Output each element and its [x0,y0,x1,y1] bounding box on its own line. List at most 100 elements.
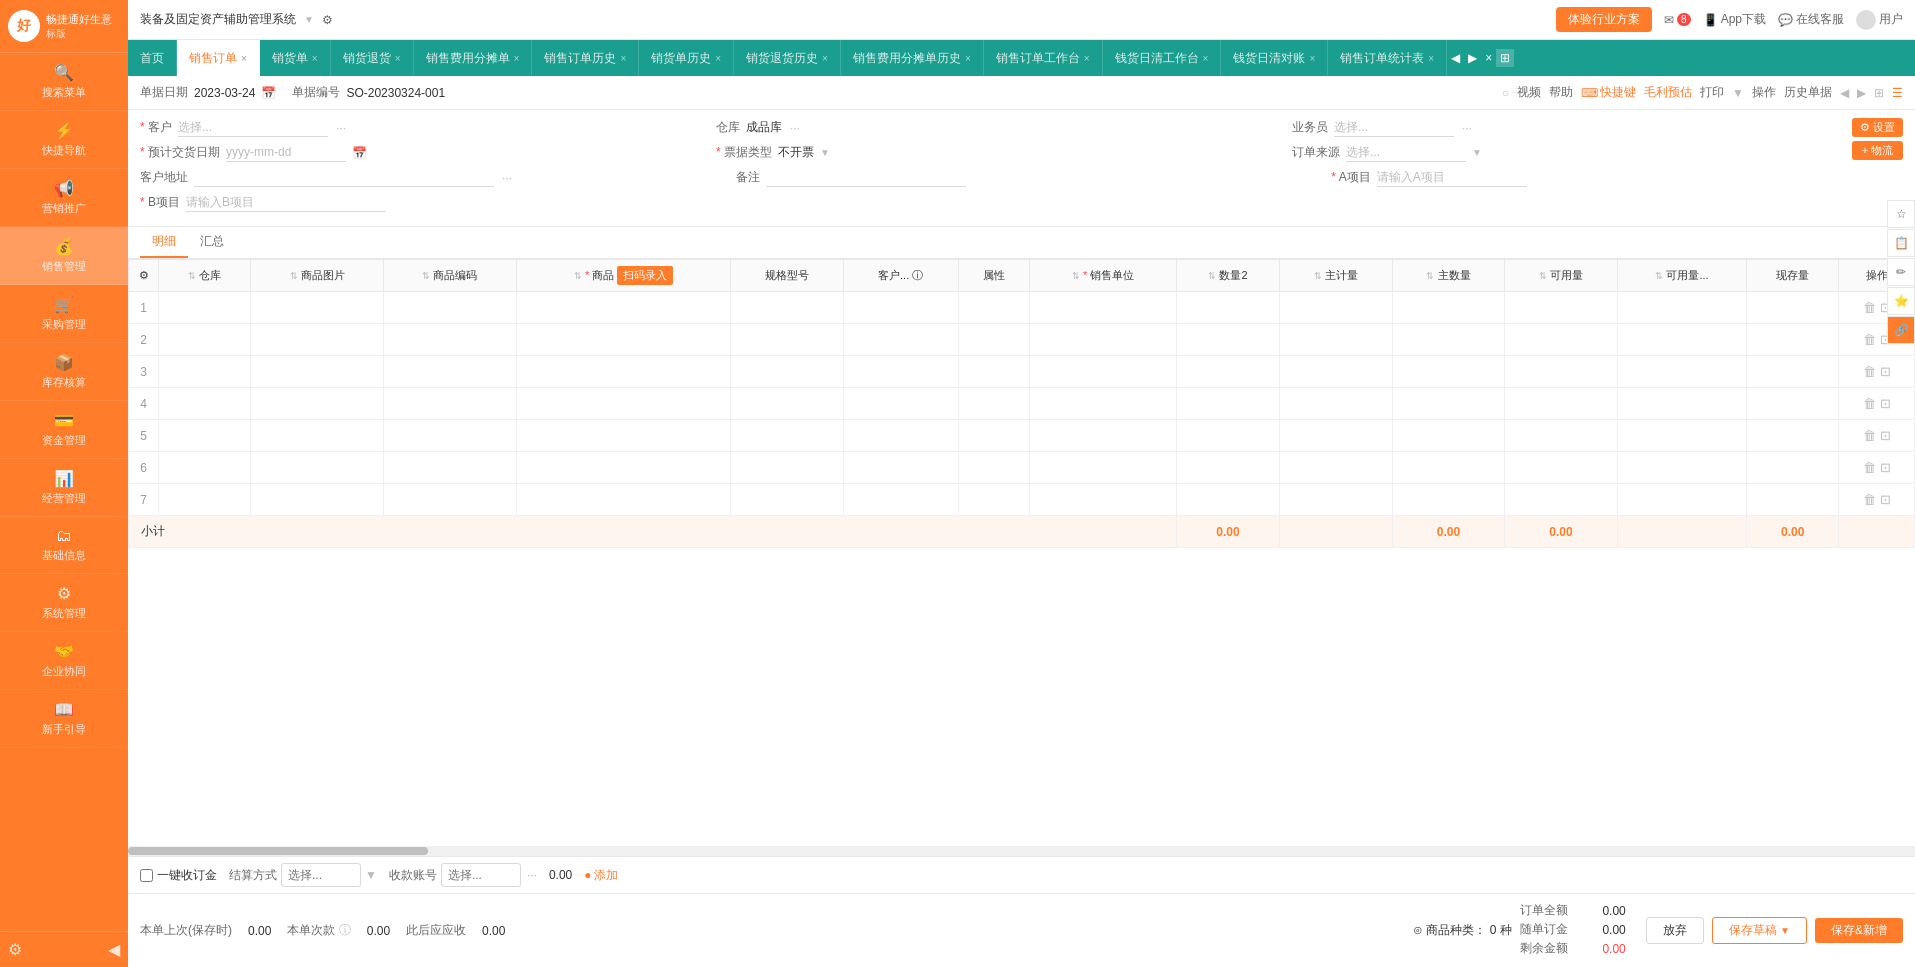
th-image[interactable]: ⇅ 商品图片 [251,260,384,292]
sidebar-item-finance[interactable]: 💳 资金管理 [0,401,128,459]
customer-input[interactable] [178,118,328,137]
help-btn[interactable]: 帮助 [1549,84,1573,101]
add-material-btn[interactable]: + 物流 [1852,141,1903,160]
customer-dots[interactable]: ··· [336,121,346,135]
copy-row-icon[interactable]: ⊡ [1880,396,1891,411]
tab-sales-stats[interactable]: 销售订单统计表 × [1328,40,1447,76]
th-spec[interactable]: 规格型号 [731,260,843,292]
nav-prev-icon[interactable]: ◀ [1840,86,1849,100]
print-dropdown-icon[interactable]: ▼ [1732,86,1744,100]
tab-cash-reconcile[interactable]: 钱货日清对账 × [1221,40,1328,76]
tab-expand-btn[interactable]: ⊞ [1496,49,1514,67]
sidebar-item-newbie[interactable]: 📖 新手引导 [0,690,128,748]
th-available2[interactable]: ⇅ 可用量... [1617,260,1746,292]
staff-dots[interactable]: ··· [1462,121,1472,135]
right-tool-2[interactable]: 📋 [1887,229,1915,257]
copy-row-icon[interactable]: ⊡ [1880,492,1891,507]
add-payment-btn[interactable]: ● 添加 [584,867,617,884]
th-main-unit[interactable]: ⇅ 主计量 [1280,260,1393,292]
tab-sales-return[interactable]: 销货退货 × [331,40,414,76]
tab-sales-order[interactable]: 销售订单 × [177,40,260,76]
warehouse-dots[interactable]: ··· [790,121,800,135]
copy-row-icon[interactable]: ⊡ [1880,364,1891,379]
order-source-input[interactable] [1346,143,1466,162]
tab-home[interactable]: 首页 [128,40,177,76]
tab-close-icon[interactable]: × [822,53,828,64]
save-draft-btn[interactable]: 保存草稿 ▼ [1712,917,1807,944]
tab-sales-receipt[interactable]: 销货单 × [260,40,331,76]
table-wrapper[interactable]: ⚙ ⇅ 仓库 ⇅ 商品图片 ⇅ 商品编码 [128,259,1915,846]
copy-row-icon[interactable]: ⊡ [1880,428,1891,443]
tab-close-icon[interactable]: × [965,53,971,64]
calendar2-icon[interactable]: 📅 [352,146,367,160]
th-warehouse[interactable]: ⇅ 仓库 [159,260,251,292]
right-tool-4[interactable]: ⭐ [1887,287,1915,315]
delete-row-icon[interactable]: 🗑 [1863,332,1876,347]
copy-row-icon[interactable]: ⊡ [1880,460,1891,475]
dropdown-icon[interactable]: ▼ [304,14,314,25]
scan-btn[interactable]: 扫码录入 [617,266,673,285]
operate-btn[interactable]: 操作 [1752,84,1776,101]
th-attribute[interactable]: 属性 [958,260,1030,292]
horizontal-scrollbar[interactable] [128,846,1915,856]
right-tool-5[interactable]: 🔗 [1887,316,1915,344]
th-unit[interactable]: ⇅ 销售单位 [1030,260,1176,292]
save-draft-dropdown-icon[interactable]: ▼ [1780,925,1790,936]
history-btn[interactable]: 历史单据 [1784,84,1832,101]
delete-row-icon[interactable]: 🗑 [1863,492,1876,507]
sidebar-item-marketing[interactable]: 📢 营销推广 [0,169,128,227]
user-avatar[interactable]: 用户 [1856,10,1903,30]
tab-summary[interactable]: 汇总 [188,227,236,258]
tab-close-icon[interactable]: × [1084,53,1090,64]
account-dots[interactable]: ··· [527,868,537,882]
collapse-icon[interactable]: ◀ [108,940,120,959]
shortcut-btn[interactable]: ⌨ 快捷键 [1581,84,1636,101]
th-stock[interactable]: 现存量 [1747,260,1839,292]
nav-next-icon[interactable]: ▶ [1857,86,1866,100]
one-click-checkbox-label[interactable]: 一键收订金 [140,867,217,884]
delete-row-icon[interactable]: 🗑 [1863,428,1876,443]
sidebar-item-search[interactable]: 🔍 搜索菜单 [0,53,128,111]
th-qty2[interactable]: ⇅ 数量2 [1176,260,1280,292]
tab-receipt-history[interactable]: 销货单历史 × [639,40,734,76]
date-value[interactable]: 2023-03-24 [194,86,255,100]
invoice-dropdown-icon[interactable]: ▼ [820,147,830,158]
a-project-input[interactable] [1377,168,1527,187]
discard-btn[interactable]: 放弃 [1646,917,1704,944]
address-dots[interactable]: ··· [502,171,512,185]
tab-sales-expense[interactable]: 销售费用分摊单 × [414,40,533,76]
tab-sales-order-history[interactable]: 销售订单历史 × [532,40,639,76]
th-main-qty[interactable]: ⇅ 主数量 [1392,260,1505,292]
right-tool-1[interactable]: ☆ [1887,200,1915,228]
tab-expense-history[interactable]: 销售费用分摊单历史 × [841,40,984,76]
th-available[interactable]: ⇅ 可用量 [1505,260,1618,292]
save-new-btn[interactable]: 保存&新增 [1815,918,1903,943]
right-tool-3[interactable]: ✏ [1887,258,1915,286]
print-btn[interactable]: 打印 [1700,84,1724,101]
sidebar-item-base-info[interactable]: 🗂 基础信息 [0,517,128,574]
tab-close-icon[interactable]: × [1203,53,1209,64]
address-input[interactable] [194,168,494,187]
delete-row-icon[interactable]: 🗑 [1863,300,1876,315]
sidebar-item-system[interactable]: ⚙ 系统管理 [0,574,128,632]
app-download-btn[interactable]: 📱 App下载 [1703,11,1766,28]
th-customer-code[interactable]: 客户... ⓘ [843,260,958,292]
sidebar-item-purchase[interactable]: 🛒 采购管理 [0,285,128,343]
tab-cash-workbench[interactable]: 钱货日清工作台 × [1103,40,1222,76]
th-code[interactable]: ⇅ 商品编码 [384,260,517,292]
sidebar-item-operations[interactable]: 📊 经营管理 [0,459,128,517]
sidebar-item-quick-nav[interactable]: ⚡ 快捷导航 [0,111,128,169]
tab-order-workbench[interactable]: 销售订单工作台 × [984,40,1103,76]
online-service-btn[interactable]: 💬 在线客服 [1778,11,1844,28]
th-product[interactable]: ⇅ 商品 扫码录入 [516,260,731,292]
order-source-dropdown-icon[interactable]: ▼ [1472,147,1482,158]
scrollbar-thumb[interactable] [128,847,428,855]
tab-prev-btn[interactable]: ◀ [1447,51,1464,65]
tab-close-icon[interactable]: × [715,53,721,64]
tab-detail[interactable]: 明细 [140,227,188,258]
settings-icon[interactable]: ⚙ [322,13,333,27]
industry-solution-btn[interactable]: 体验行业方案 [1556,7,1652,32]
remark-input[interactable] [766,168,966,187]
tab-close-icon[interactable]: × [1309,53,1315,64]
tab-close-icon[interactable]: × [395,53,401,64]
